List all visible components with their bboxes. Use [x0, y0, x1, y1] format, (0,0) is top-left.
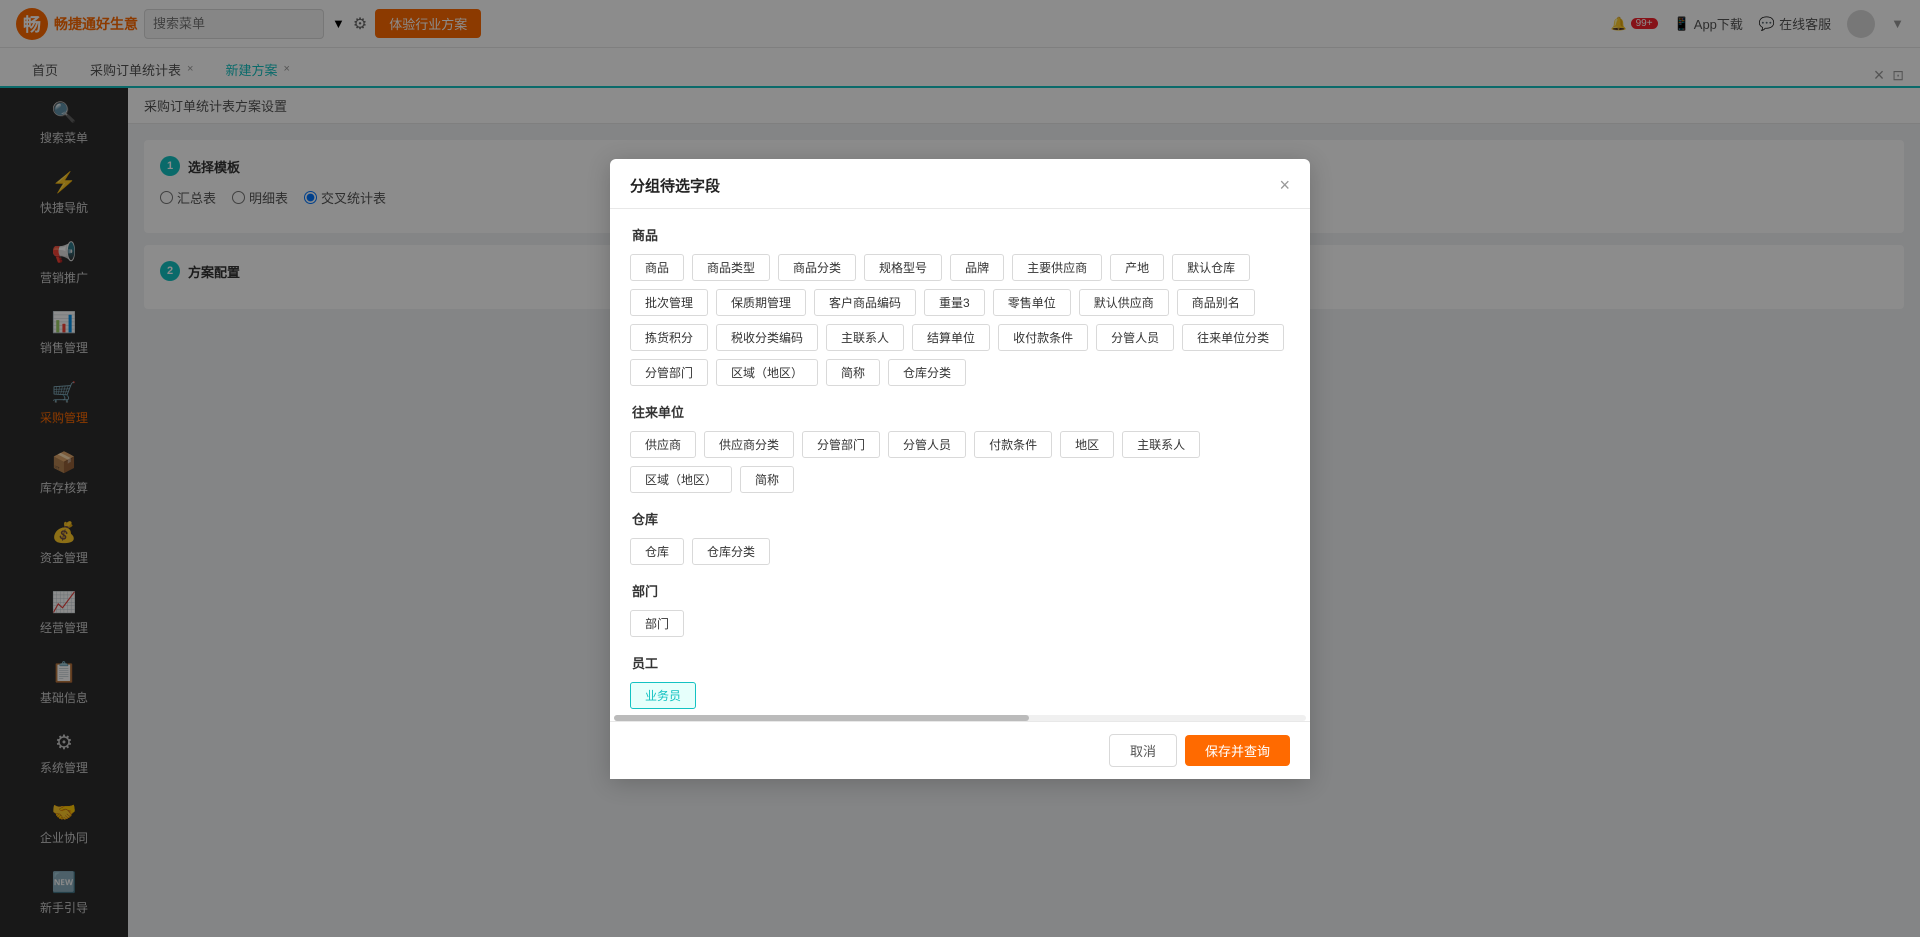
field-tag-pick-points[interactable]: 拣货积分: [630, 324, 708, 351]
dialog-close-btn[interactable]: ×: [1279, 176, 1290, 194]
field-tag-spec-model[interactable]: 规格型号: [864, 254, 942, 281]
dialog-footer: 取消 保存并查询: [610, 721, 1310, 779]
field-tag-batch-mgmt[interactable]: 批次管理: [630, 289, 708, 316]
section-department-title: 部门: [630, 581, 1290, 600]
field-tag-region-product[interactable]: 区域（地区）: [716, 359, 818, 386]
field-tag-default-warehouse[interactable]: 默认仓库: [1172, 254, 1250, 281]
field-tag-short-name-partner[interactable]: 简称: [740, 466, 794, 493]
dialog-body: 商品 商品 商品类型 商品分类 规格型号 品牌 主要供应商 产地 默认仓库 批次…: [610, 209, 1310, 715]
section-warehouse-tags: 仓库 仓库分类: [630, 538, 1290, 565]
field-tag-supplier-cat[interactable]: 供应商分类: [704, 431, 794, 458]
field-tag-short-name-product[interactable]: 简称: [826, 359, 880, 386]
field-tag-main-contact[interactable]: 主联系人: [826, 324, 904, 351]
field-tag-customer-sku[interactable]: 客户商品编码: [814, 289, 916, 316]
field-tag-department[interactable]: 部门: [630, 610, 684, 637]
section-partners-title: 往来单位: [630, 402, 1290, 421]
field-tag-expiry-mgmt[interactable]: 保质期管理: [716, 289, 806, 316]
field-tag-payment-cond[interactable]: 付款条件: [974, 431, 1052, 458]
section-products-tags: 商品 商品类型 商品分类 规格型号 品牌 主要供应商 产地 默认仓库 批次管理 …: [630, 254, 1290, 386]
field-tag-product-category[interactable]: 商品分类: [778, 254, 856, 281]
field-tag-region-partner[interactable]: 区域（地区）: [630, 466, 732, 493]
section-employee: 员工 业务员: [630, 653, 1290, 709]
section-partners: 往来单位 供应商 供应商分类 分管部门 分管人员 付款条件 地区 主联系人 区域…: [630, 402, 1290, 493]
section-products: 商品 商品 商品类型 商品分类 规格型号 品牌 主要供应商 产地 默认仓库 批次…: [630, 225, 1290, 386]
field-tag-product-alias[interactable]: 商品别名: [1177, 289, 1255, 316]
dialog-overlay: 分组待选字段 × 商品 商品 商品类型 商品分类 规格型号 品牌 主要供应商 产…: [0, 0, 1920, 937]
field-tag-dept[interactable]: 分管部门: [630, 359, 708, 386]
field-tag-warehouse-cat[interactable]: 仓库分类: [692, 538, 770, 565]
field-tag-partner-dept[interactable]: 分管部门: [802, 431, 880, 458]
field-tag-product-type[interactable]: 商品类型: [692, 254, 770, 281]
field-tag-brand[interactable]: 品牌: [950, 254, 1004, 281]
field-tag-supervisor[interactable]: 分管人员: [1096, 324, 1174, 351]
field-tag-main-supplier[interactable]: 主要供应商: [1012, 254, 1102, 281]
field-tag-salesperson[interactable]: 业务员: [630, 682, 696, 709]
section-warehouse: 仓库 仓库 仓库分类: [630, 509, 1290, 565]
section-partners-tags: 供应商 供应商分类 分管部门 分管人员 付款条件 地区 主联系人 区域（地区） …: [630, 431, 1290, 493]
field-tag-weight[interactable]: 重量3: [924, 289, 985, 316]
section-products-title: 商品: [630, 225, 1290, 244]
field-tag-supplier[interactable]: 供应商: [630, 431, 696, 458]
confirm-button[interactable]: 保存并查询: [1185, 735, 1290, 766]
dialog-header: 分组待选字段 ×: [610, 159, 1310, 209]
field-tag-settlement-unit[interactable]: 结算单位: [912, 324, 990, 351]
section-employee-title: 员工: [630, 653, 1290, 672]
field-tag-warehouse[interactable]: 仓库: [630, 538, 684, 565]
field-tag-main-contact-partner[interactable]: 主联系人: [1122, 431, 1200, 458]
cancel-button[interactable]: 取消: [1109, 734, 1177, 767]
field-tag-origin[interactable]: 产地: [1110, 254, 1164, 281]
field-tag-warehouse-cat-product[interactable]: 仓库分类: [888, 359, 966, 386]
field-tag-partner-category[interactable]: 往来单位分类: [1182, 324, 1284, 351]
field-tag-default-supplier[interactable]: 默认供应商: [1079, 289, 1169, 316]
field-tag-payment-terms[interactable]: 收付款条件: [998, 324, 1088, 351]
field-tag-partner-supervisor[interactable]: 分管人员: [888, 431, 966, 458]
field-tag-retail-unit[interactable]: 零售单位: [993, 289, 1071, 316]
section-employee-tags: 业务员: [630, 682, 1290, 709]
field-tag-product[interactable]: 商品: [630, 254, 684, 281]
field-tag-tax-code[interactable]: 税收分类编码: [716, 324, 818, 351]
section-department-tags: 部门: [630, 610, 1290, 637]
section-warehouse-title: 仓库: [630, 509, 1290, 528]
field-tag-area[interactable]: 地区: [1060, 431, 1114, 458]
dialog-title: 分组待选字段: [630, 175, 720, 196]
field-select-dialog: 分组待选字段 × 商品 商品 商品类型 商品分类 规格型号 品牌 主要供应商 产…: [610, 159, 1310, 779]
section-department: 部门 部门: [630, 581, 1290, 637]
